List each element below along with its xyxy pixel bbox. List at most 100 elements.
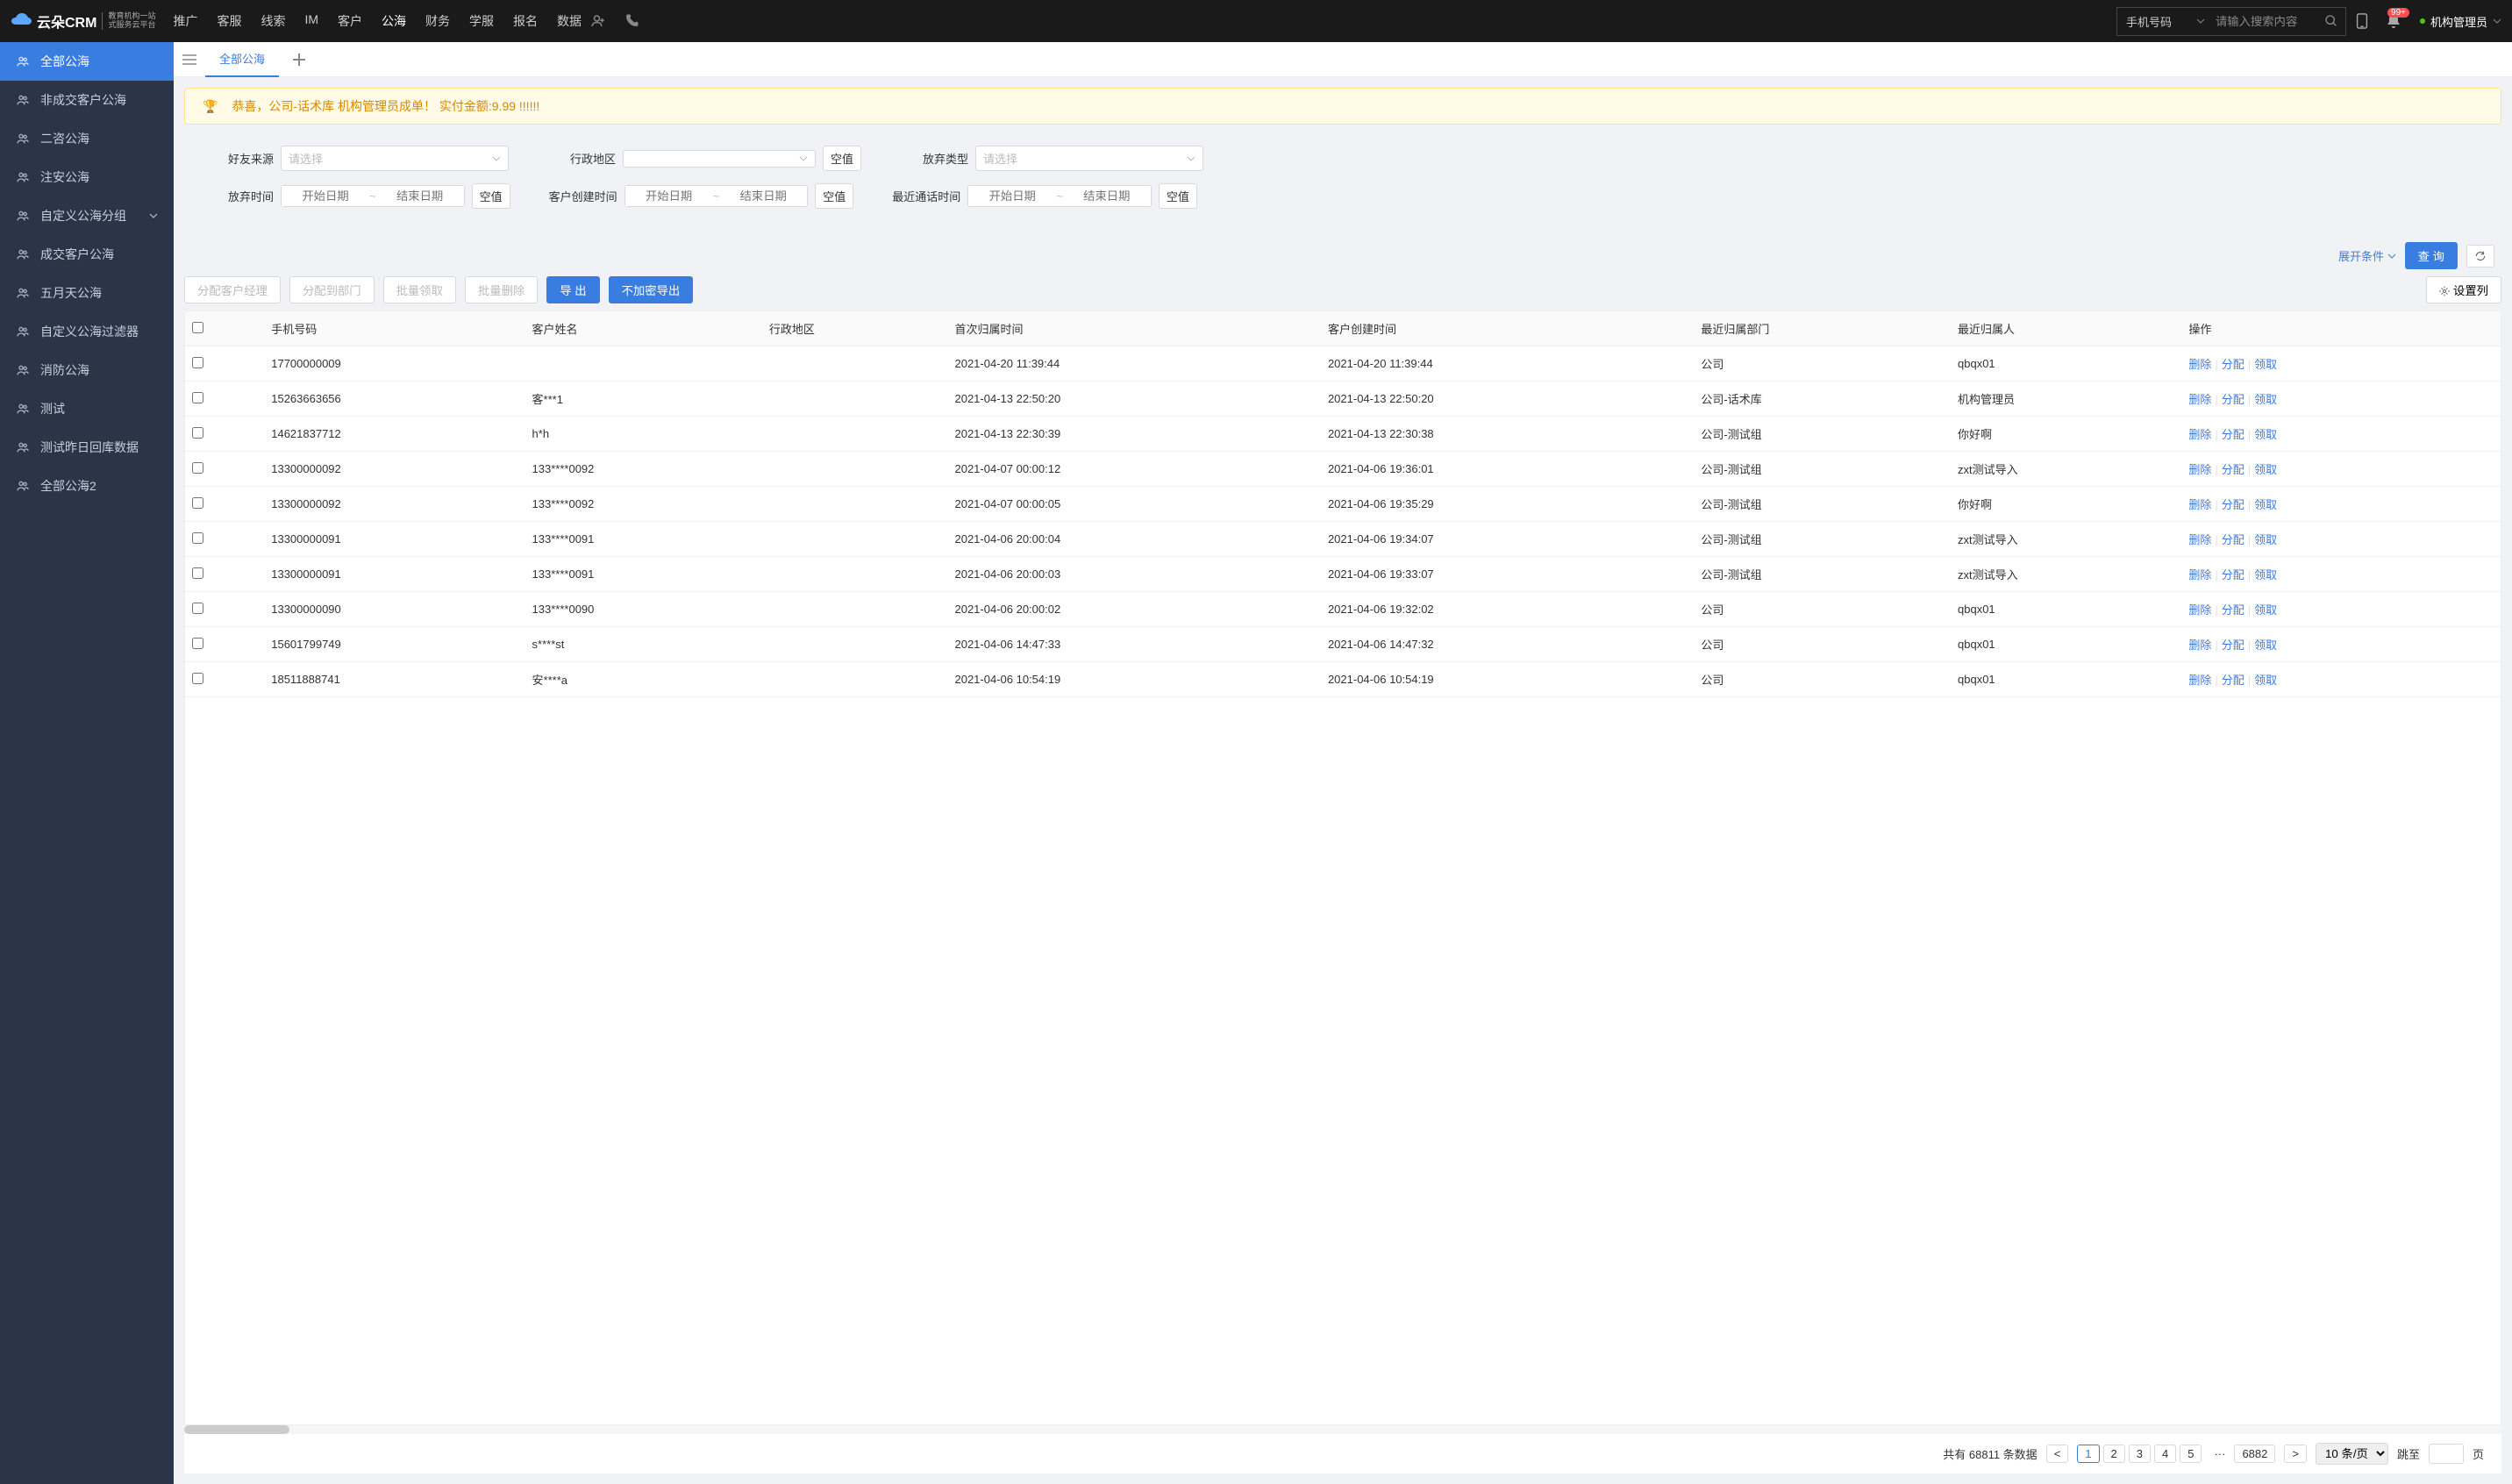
filter-abandon-type-select[interactable]: 请选择 (975, 146, 1203, 171)
abandon-end-date[interactable] (376, 186, 464, 206)
user-add-icon[interactable] (590, 13, 606, 29)
row-claim[interactable]: 领取 (2254, 498, 2277, 511)
row-delete[interactable]: 删除 (2188, 603, 2211, 617)
create-start-date[interactable] (625, 186, 713, 206)
sidebar-item-五月天公海[interactable]: 五月天公海 (0, 274, 174, 312)
row-assign[interactable]: 分配 (2222, 393, 2244, 406)
list-toggle-icon[interactable] (182, 54, 196, 66)
nav-item-学服[interactable]: 学服 (469, 12, 494, 30)
sidebar-item-非成交客户公海[interactable]: 非成交客户公海 (0, 81, 174, 119)
row-checkbox[interactable] (192, 497, 203, 509)
nav-item-客户[interactable]: 客户 (338, 12, 362, 30)
row-assign[interactable]: 分配 (2222, 358, 2244, 371)
batch-claim-button[interactable]: 批量领取 (383, 276, 456, 303)
row-checkbox[interactable] (192, 673, 203, 684)
row-delete[interactable]: 删除 (2188, 674, 2211, 687)
filter-create-time-range[interactable]: ~ (624, 185, 809, 207)
row-claim[interactable]: 领取 (2254, 428, 2277, 441)
sidebar-item-成交客户公海[interactable]: 成交客户公海 (0, 235, 174, 274)
table-row[interactable]: 13300000092133****00922021-04-07 00:00:1… (185, 452, 2501, 487)
filter-region-select[interactable] (623, 150, 816, 168)
table-row[interactable]: 18511888741安****a2021-04-06 10:54:192021… (185, 662, 2501, 697)
page-4[interactable]: 4 (2154, 1445, 2176, 1463)
create-end-date[interactable] (719, 186, 807, 206)
row-claim[interactable]: 领取 (2254, 533, 2277, 546)
row-checkbox[interactable] (192, 357, 203, 368)
filter-call-null[interactable]: 空值 (1159, 183, 1197, 209)
row-checkbox[interactable] (192, 427, 203, 439)
refresh-button[interactable] (2466, 245, 2494, 268)
table-row[interactable]: 13300000091133****00912021-04-06 20:00:0… (185, 557, 2501, 592)
tab-all-public[interactable]: 全部公海 (205, 42, 279, 77)
page-prev[interactable]: < (2046, 1445, 2069, 1463)
row-claim[interactable]: 领取 (2254, 358, 2277, 371)
filter-create-null[interactable]: 空值 (815, 183, 853, 209)
page-next[interactable]: > (2284, 1445, 2307, 1463)
filter-source-select[interactable]: 请选择 (281, 146, 509, 171)
sidebar-item-二咨公海[interactable]: 二咨公海 (0, 119, 174, 158)
set-columns-button[interactable]: 设置列 (2426, 276, 2501, 303)
batch-delete-button[interactable]: 批量删除 (465, 276, 538, 303)
row-assign[interactable]: 分配 (2222, 674, 2244, 687)
search-icon[interactable] (2324, 14, 2338, 28)
row-delete[interactable]: 删除 (2188, 639, 2211, 652)
row-checkbox[interactable] (192, 392, 203, 403)
page-5[interactable]: 5 (2180, 1445, 2202, 1463)
filter-abandon-time-range[interactable]: ~ (281, 185, 465, 207)
horizontal-scrollbar[interactable] (184, 1425, 2501, 1434)
logo[interactable]: 云朵CRM 教育机构一站 式服务云平台 (11, 11, 155, 32)
row-claim[interactable]: 领取 (2254, 639, 2277, 652)
row-delete[interactable]: 删除 (2188, 568, 2211, 581)
table-row[interactable]: 15263663656客***12021-04-13 22:50:202021-… (185, 382, 2501, 417)
sidebar-item-测试[interactable]: 测试 (0, 389, 174, 428)
filter-region-null[interactable]: 空值 (823, 146, 861, 171)
sidebar-item-注安公海[interactable]: 注安公海 (0, 158, 174, 196)
select-all-checkbox[interactable] (192, 322, 203, 333)
bell-icon[interactable]: 99+ (2387, 13, 2401, 29)
abandon-start-date[interactable] (282, 186, 369, 206)
sidebar-item-消防公海[interactable]: 消防公海 (0, 351, 174, 389)
row-delete[interactable]: 删除 (2188, 393, 2211, 406)
row-claim[interactable]: 领取 (2254, 568, 2277, 581)
phone-icon[interactable] (624, 13, 639, 29)
mobile-icon[interactable] (2355, 13, 2369, 29)
row-delete[interactable]: 删除 (2188, 533, 2211, 546)
sidebar-item-自定义公海分组[interactable]: 自定义公海分组 (0, 196, 174, 235)
row-delete[interactable]: 删除 (2188, 498, 2211, 511)
row-assign[interactable]: 分配 (2222, 498, 2244, 511)
row-assign[interactable]: 分配 (2222, 533, 2244, 546)
row-checkbox[interactable] (192, 638, 203, 649)
table-row[interactable]: 15601799749s****st2021-04-06 14:47:33202… (185, 627, 2501, 662)
row-claim[interactable]: 领取 (2254, 463, 2277, 476)
call-start-date[interactable] (968, 186, 1056, 206)
row-assign[interactable]: 分配 (2222, 639, 2244, 652)
page-1[interactable]: 1 (2077, 1445, 2099, 1463)
export-button[interactable]: 导 出 (546, 276, 599, 303)
row-delete[interactable]: 删除 (2188, 463, 2211, 476)
search-input[interactable] (2212, 11, 2317, 32)
nav-item-报名[interactable]: 报名 (513, 12, 538, 30)
row-checkbox[interactable] (192, 462, 203, 474)
call-end-date[interactable] (1063, 186, 1151, 206)
query-button[interactable]: 查 询 (2405, 242, 2458, 269)
filter-call-time-range[interactable]: ~ (967, 185, 1152, 207)
jump-input[interactable] (2429, 1444, 2464, 1464)
nav-item-线索[interactable]: 线索 (260, 12, 285, 30)
sidebar-item-全部公海2[interactable]: 全部公海2 (0, 467, 174, 505)
nav-item-数据[interactable]: 数据 (557, 12, 582, 30)
page-2[interactable]: 2 (2103, 1445, 2125, 1463)
table-row[interactable]: 13300000092133****00922021-04-07 00:00:0… (185, 487, 2501, 522)
row-checkbox[interactable] (192, 603, 203, 614)
table-row[interactable]: 13300000090133****00902021-04-06 20:00:0… (185, 592, 2501, 627)
row-assign[interactable]: 分配 (2222, 428, 2244, 441)
page-size-select[interactable]: 10 条/页 (2316, 1443, 2388, 1465)
row-assign[interactable]: 分配 (2222, 463, 2244, 476)
row-checkbox[interactable] (192, 532, 203, 544)
scrollbar-thumb[interactable] (184, 1425, 289, 1434)
page-3[interactable]: 3 (2129, 1445, 2151, 1463)
search-type-select[interactable]: 手机号码 (2119, 10, 2189, 33)
row-checkbox[interactable] (192, 567, 203, 579)
assign-dept-button[interactable]: 分配到部门 (289, 276, 375, 303)
nav-item-客服[interactable]: 客服 (217, 12, 241, 30)
filter-abandon-null[interactable]: 空值 (472, 183, 510, 209)
